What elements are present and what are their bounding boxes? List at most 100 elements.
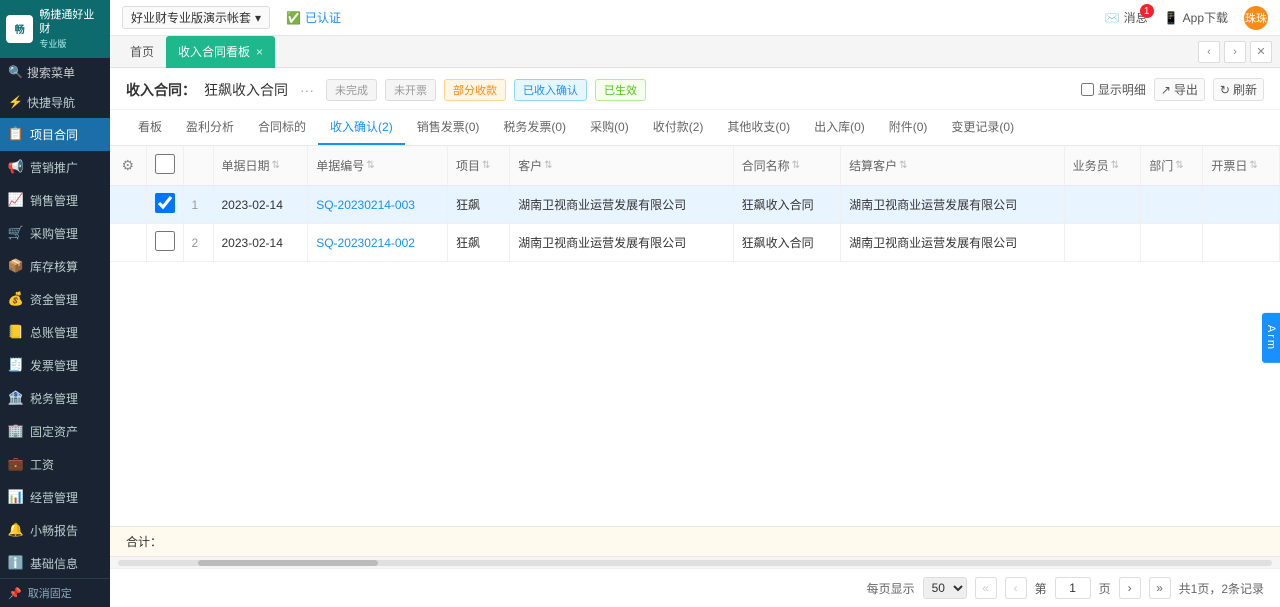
scroll-thumb[interactable] (198, 560, 378, 566)
sidebar-search[interactable]: 🔍 搜索菜单 (0, 58, 110, 87)
per-page-select[interactable]: 50 (923, 577, 967, 599)
tab-prev-button[interactable]: ‹ (1198, 41, 1220, 63)
table-row[interactable]: 2 2023-02-14 SQ-20230214-002 狂飙 湖南卫视商业运营… (110, 224, 1280, 262)
tab-sales-invoice[interactable]: 销售发票(0) (405, 110, 492, 145)
tab-close-button[interactable]: × (256, 45, 263, 59)
status-tag-active[interactable]: 已生效 (595, 79, 646, 101)
row2-order-no: SQ-20230214-002 (308, 224, 448, 262)
export-button[interactable]: ↗ 导出 (1154, 78, 1205, 101)
total-label: 合计： (126, 533, 162, 550)
arm-float-button[interactable]: Arm (1262, 312, 1280, 362)
tab-tax-invoice[interactable]: 税务发票(0) (491, 110, 578, 145)
sidebar-item-hr[interactable]: 💼 工资 (0, 448, 110, 481)
sidebar-item-reports[interactable]: 🔔 小畅报告 (0, 514, 110, 547)
export-icon: ↗ (1161, 83, 1171, 97)
tab-close-all-button[interactable]: ✕ (1250, 41, 1272, 63)
app-download-action[interactable]: 📱 App下载 (1164, 9, 1228, 26)
contract-more-button[interactable]: ··· (296, 82, 318, 98)
tab-changes[interactable]: 变更记录(0) (939, 110, 1026, 145)
page-number-input[interactable] (1055, 577, 1091, 599)
message-action[interactable]: ✉️ 1 消息 (1105, 9, 1148, 26)
row2-salesperson (1064, 224, 1141, 262)
show-detail-checkbox[interactable]: 显示明细 (1081, 81, 1146, 98)
sort-open-date-icon[interactable]: ⇅ (1249, 160, 1257, 171)
sidebar-item-base-info[interactable]: ℹ️ 基础信息 (0, 547, 110, 578)
sidebar-item-project[interactable]: 📋 项目合同 (0, 118, 110, 151)
show-detail-input[interactable] (1081, 83, 1094, 96)
first-page-button[interactable]: « (975, 577, 997, 599)
sidebar-item-capital[interactable]: 💰 资金管理 (0, 283, 110, 316)
sidebar-item-tax[interactable]: 🏦 税务管理 (0, 382, 110, 415)
select-all-checkbox[interactable] (155, 154, 175, 174)
next-page-button[interactable]: › (1119, 577, 1141, 599)
message-badge: 1 (1140, 4, 1154, 18)
tab-profit[interactable]: 盈利分析 (174, 110, 246, 145)
status-tag-confirmed[interactable]: 已收入确认 (514, 79, 587, 101)
tabs-nav: 看板 盈利分析 合同标的 收入确认(2) 销售发票(0) 税务发票(0) 采购(… (110, 110, 1280, 146)
purchase-icon: 🛒 (8, 225, 24, 241)
marketing-icon: 📢 (8, 159, 24, 175)
sort-end-customer-icon[interactable]: ⇅ (899, 160, 907, 171)
fixed-assets-icon: 🏢 (8, 423, 24, 439)
last-page-button[interactable]: » (1149, 577, 1171, 599)
row1-order-no-link[interactable]: SQ-20230214-003 (316, 198, 415, 212)
row2-num: 2 (183, 224, 213, 262)
active-tab[interactable]: 收入合同看板 × (166, 36, 275, 68)
row2-order-no-link[interactable]: SQ-20230214-002 (316, 236, 415, 250)
download-icon: 📱 (1164, 11, 1179, 25)
scroll-track (118, 560, 1272, 566)
refresh-button[interactable]: ↻ 刷新 (1213, 78, 1264, 101)
data-table-container: ⚙ 单据日期⇅ 单据编号⇅ (110, 146, 1280, 526)
company-name: 好业财专业版演示帐套 (131, 9, 251, 26)
tab-next-button[interactable]: › (1224, 41, 1246, 63)
row1-project: 狂飙 (448, 186, 510, 224)
sidebar-item-inventory[interactable]: 📦 库存核算 (0, 250, 110, 283)
sidebar-item-fixed-assets[interactable]: 🏢 固定资产 (0, 415, 110, 448)
tab-warehouse[interactable]: 出入库(0) (802, 110, 877, 145)
tab-standard[interactable]: 合同标的 (246, 110, 318, 145)
prev-page-button[interactable]: ‹ (1005, 577, 1027, 599)
col-order-date-header: 单据日期⇅ (213, 146, 308, 186)
tab-income-confirm[interactable]: 收入确认(2) (318, 110, 405, 145)
sidebar-header: 畅 畅捷通好业财 专业版 (0, 0, 110, 58)
invoice-icon: 🧾 (8, 357, 24, 373)
tab-other-income[interactable]: 其他收支(0) (715, 110, 802, 145)
user-action[interactable]: 珠珠 (1244, 6, 1268, 30)
sidebar-item-invoice[interactable]: 🧾 发票管理 (0, 349, 110, 382)
status-tag-incomplete[interactable]: 未完成 (326, 79, 377, 101)
sidebar-item-marketing[interactable]: 📢 营销推广 (0, 151, 110, 184)
row2-checkbox (146, 224, 183, 262)
sidebar-item-general[interactable]: 📒 总账管理 (0, 316, 110, 349)
sidebar-item-operations[interactable]: 📊 经营管理 (0, 481, 110, 514)
row1-check-input[interactable] (155, 193, 175, 213)
sidebar: 畅 畅捷通好业财 专业版 🔍 搜索菜单 ⚡ 快捷导航 📋 项目合同 📢 营销推广… (0, 0, 110, 607)
row2-order-date: 2023-02-14 (213, 224, 308, 262)
settings-icon[interactable]: ⚙ (121, 157, 134, 173)
sidebar-item-purchase[interactable]: 🛒 采购管理 (0, 217, 110, 250)
row2-check-input[interactable] (155, 231, 175, 251)
sort-salesperson-icon[interactable]: ⇅ (1111, 160, 1119, 171)
sidebar-item-sales[interactable]: 📈 销售管理 (0, 184, 110, 217)
sort-order-no-icon[interactable]: ⇅ (366, 160, 374, 171)
row1-order-no: SQ-20230214-003 (308, 186, 448, 224)
col-project-header: 项目⇅ (448, 146, 510, 186)
sidebar-bottom-action[interactable]: 📌 取消固定 (0, 578, 110, 607)
home-tab[interactable]: 首页 (118, 36, 166, 68)
table-row[interactable]: 1 2023-02-14 SQ-20230214-003 狂飙 湖南卫视商业运营… (110, 186, 1280, 224)
operations-icon: 📊 (8, 489, 24, 505)
sort-department-icon[interactable]: ⇅ (1175, 160, 1183, 171)
tab-dashboard[interactable]: 看板 (126, 110, 174, 145)
sidebar-quick-nav[interactable]: ⚡ 快捷导航 (0, 87, 110, 118)
company-selector[interactable]: 好业财专业版演示帐套 ▾ (122, 6, 270, 29)
status-tag-no-invoice[interactable]: 未开票 (385, 79, 436, 101)
sort-customer-icon[interactable]: ⇅ (544, 160, 552, 171)
sort-order-date-icon[interactable]: ⇅ (272, 160, 280, 171)
horizontal-scrollbar[interactable] (110, 556, 1280, 568)
sort-contract-name-icon[interactable]: ⇅ (792, 160, 800, 171)
tab-attachments[interactable]: 附件(0) (877, 110, 940, 145)
row1-settings (110, 186, 146, 224)
tab-purchase[interactable]: 采购(0) (578, 110, 641, 145)
status-tag-partial[interactable]: 部分收款 (444, 79, 506, 101)
tab-payment[interactable]: 收付款(2) (641, 110, 716, 145)
sort-project-icon[interactable]: ⇅ (482, 160, 490, 171)
